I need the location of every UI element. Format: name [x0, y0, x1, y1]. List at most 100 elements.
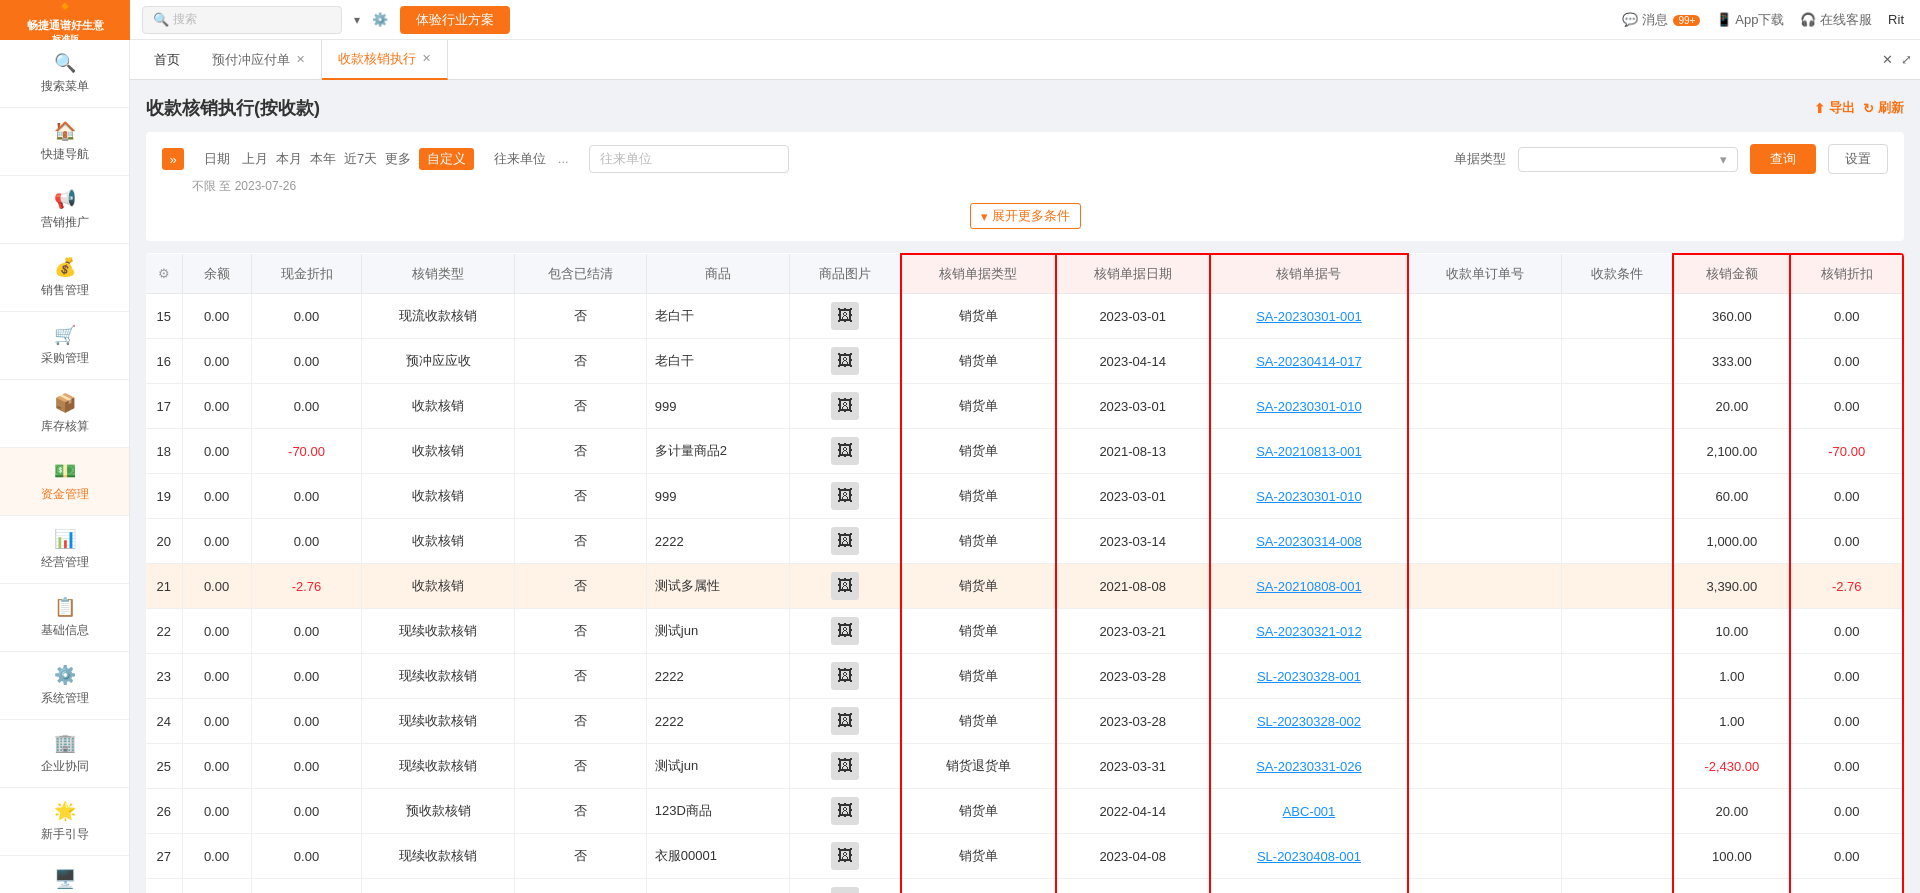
cell-doc-bill-no[interactable]: SA-20230314-008	[1210, 519, 1408, 564]
sidebar-item-marketing[interactable]: 📢 营销推广	[0, 176, 129, 244]
sidebar-item-operations[interactable]: 📊 经营管理	[0, 516, 129, 584]
messages-btn[interactable]: 💬 消息 99+	[1622, 11, 1700, 29]
cell-verify-discount: 0.00	[1790, 339, 1903, 384]
cell-no: 24	[146, 699, 182, 744]
cell-doc-bill-no[interactable]: SA-20230414-017	[1210, 339, 1408, 384]
cell-doc-bill-no[interactable]: SL-20230328-001	[1210, 654, 1408, 699]
date-options: 上月 本月 本年 近7天 更多 自定义	[242, 148, 474, 170]
refresh-btn[interactable]: ↻ 刷新	[1863, 99, 1904, 117]
maximize-btn[interactable]: ⤢	[1901, 52, 1912, 67]
date-last-month[interactable]: 上月	[242, 150, 268, 168]
cell-balance: 0.00	[182, 834, 251, 879]
table-header-row: ⚙ 余额 现金折扣 核销类型 包含已结清 商品 商品图片 核销单据类型 核销单据…	[146, 254, 1903, 294]
cell-cash-discount: -2.76	[251, 564, 362, 609]
cell-doc-bill-no[interactable]: SA-20230331-026	[1210, 744, 1408, 789]
filter-doc-type-select[interactable]: ▾	[1518, 147, 1738, 172]
cell-doc-bill-date: 2022-04-14	[1056, 789, 1210, 834]
sidebar-item-purchase[interactable]: 🛒 采购管理	[0, 312, 129, 380]
cell-doc-bill-type: 销货单	[901, 519, 1055, 564]
cell-included: 否	[515, 789, 647, 834]
query-btn[interactable]: 查询	[1750, 144, 1816, 174]
cell-goods-image: 🖼	[790, 294, 902, 339]
sidebar-item-search[interactable]: 🔍 搜索菜单	[0, 40, 129, 108]
trial-industry-btn[interactable]: 体验行业方案	[400, 6, 510, 34]
tab-prepay[interactable]: 预付冲应付单 ✕	[196, 40, 322, 80]
cell-doc-bill-no[interactable]: SA-20210808-001	[1210, 564, 1408, 609]
cell-doc-bill-no[interactable]: ABC-001	[1210, 789, 1408, 834]
sidebar-item-smart-hardware[interactable]: 🖥️ 智能硬件	[0, 856, 129, 893]
cell-collection-cond	[1562, 789, 1674, 834]
sidebar-item-label: 营销推广	[41, 214, 89, 231]
sidebar-item-newbie[interactable]: 🌟 新手引导	[0, 788, 129, 856]
cell-collection-cond	[1562, 564, 1674, 609]
date-this-month[interactable]: 本月	[276, 150, 302, 168]
cell-verify-type: 收款核销	[362, 519, 515, 564]
cell-goods-image: 🖼	[790, 744, 902, 789]
table-row: 28 0.00 0.00 现续收款核销 否 2222 🖼 销货单 2023-04…	[146, 879, 1903, 894]
cell-doc-bill-no[interactable]: SL-20230418-001	[1210, 879, 1408, 894]
sidebar-item-label: 新手引导	[41, 826, 89, 843]
user-name[interactable]: Rit	[1888, 12, 1904, 27]
tab-prepay-close[interactable]: ✕	[296, 53, 305, 66]
search-dropdown[interactable]: ▾	[354, 13, 360, 27]
cell-doc-bill-no[interactable]: SL-20230328-002	[1210, 699, 1408, 744]
cell-verify-discount: -2.76	[1790, 564, 1903, 609]
filter-unit-group: 往来单位 ...	[494, 150, 576, 168]
table-row: 20 0.00 0.00 收款核销 否 2222 🖼 销货单 2023-03-1…	[146, 519, 1903, 564]
cell-collection-order	[1408, 384, 1561, 429]
sidebar-item-inventory[interactable]: 📦 库存核算	[0, 380, 129, 448]
date-this-year[interactable]: 本年	[310, 150, 336, 168]
quick-nav-icon: 🏠	[54, 120, 76, 142]
cell-verify-type: 现续收款核销	[362, 834, 515, 879]
cell-goods: 测试jun	[646, 744, 789, 789]
sidebar-item-sales[interactable]: 💰 销售管理	[0, 244, 129, 312]
close-all-tabs-btn[interactable]: ✕	[1882, 52, 1893, 67]
export-btn[interactable]: ⬆ 导出	[1814, 99, 1855, 117]
col-header-balance: 余额	[182, 254, 251, 294]
cell-balance: 0.00	[182, 474, 251, 519]
cell-collection-order	[1408, 519, 1561, 564]
date-more[interactable]: 更多	[385, 150, 411, 168]
filter-settings-btn[interactable]: 设置	[1828, 144, 1888, 174]
sidebar-item-label: 搜索菜单	[41, 78, 89, 95]
cell-cash-discount: 0.00	[251, 789, 362, 834]
cell-verify-amount: 2,100.00	[1673, 429, 1790, 474]
tab-home[interactable]: 首页	[138, 40, 196, 80]
cell-doc-bill-no[interactable]: SA-20230301-010	[1210, 474, 1408, 519]
online-service-btn[interactable]: 🎧 在线客服	[1800, 11, 1872, 29]
settings-gear-icon[interactable]: ⚙️	[372, 12, 388, 27]
tab-collection-close[interactable]: ✕	[422, 52, 431, 65]
sidebar-item-quicknav[interactable]: 🏠 快捷导航	[0, 108, 129, 176]
main-content: 首页 预付冲应付单 ✕ 收款核销执行 ✕ ✕ ⤢ 收款核销执行(按收款) ⬆	[130, 40, 1920, 893]
table-row: 23 0.00 0.00 现续收款核销 否 2222 🖼 销货单 2023-03…	[146, 654, 1903, 699]
sidebar-item-enterprise[interactable]: 🏢 企业协同	[0, 720, 129, 788]
cell-verify-amount: 20.00	[1673, 789, 1790, 834]
table-settings-icon[interactable]: ⚙	[158, 266, 170, 281]
cell-doc-bill-no[interactable]: SL-20230408-001	[1210, 834, 1408, 879]
date-custom[interactable]: 自定义	[419, 148, 474, 170]
cell-verify-discount: 0.00	[1790, 609, 1903, 654]
cell-doc-bill-no[interactable]: SA-20230301-010	[1210, 384, 1408, 429]
expand-more-filters-btn[interactable]: ▾ 展开更多条件	[970, 203, 1081, 229]
cell-goods-image: 🖼	[790, 429, 902, 474]
cell-balance: 0.00	[182, 744, 251, 789]
cell-verify-discount: 0.00	[1790, 294, 1903, 339]
cell-doc-bill-date: 2023-03-28	[1056, 699, 1210, 744]
top-search-bar[interactable]: 🔍 搜索	[142, 6, 342, 34]
cell-doc-bill-no[interactable]: SA-20230301-001	[1210, 294, 1408, 339]
sidebar-item-finance[interactable]: 💵 资金管理	[0, 448, 129, 516]
cell-doc-bill-no[interactable]: SA-20210813-001	[1210, 429, 1408, 474]
cell-goods-image: 🖼	[790, 519, 902, 564]
table-row: 15 0.00 0.00 现流收款核销 否 老白干 🖼 销货单 2023-03-…	[146, 294, 1903, 339]
date-7days[interactable]: 近7天	[344, 150, 377, 168]
cell-doc-bill-type: 销货单	[901, 654, 1055, 699]
tab-collection[interactable]: 收款核销执行 ✕	[322, 40, 448, 80]
app-download-btn[interactable]: 📱 App下载	[1716, 11, 1784, 29]
sidebar-item-system[interactable]: ⚙️ 系统管理	[0, 652, 129, 720]
cell-verify-type: 现流收款核销	[362, 294, 515, 339]
sidebar-item-basic-info[interactable]: 📋 基础信息	[0, 584, 129, 652]
filter-toggle-btn[interactable]: »	[162, 148, 184, 170]
cell-doc-bill-no[interactable]: SA-20230321-012	[1210, 609, 1408, 654]
cell-verify-discount: 0.00	[1790, 879, 1903, 894]
filter-unit-input[interactable]: 往来单位	[589, 145, 789, 173]
